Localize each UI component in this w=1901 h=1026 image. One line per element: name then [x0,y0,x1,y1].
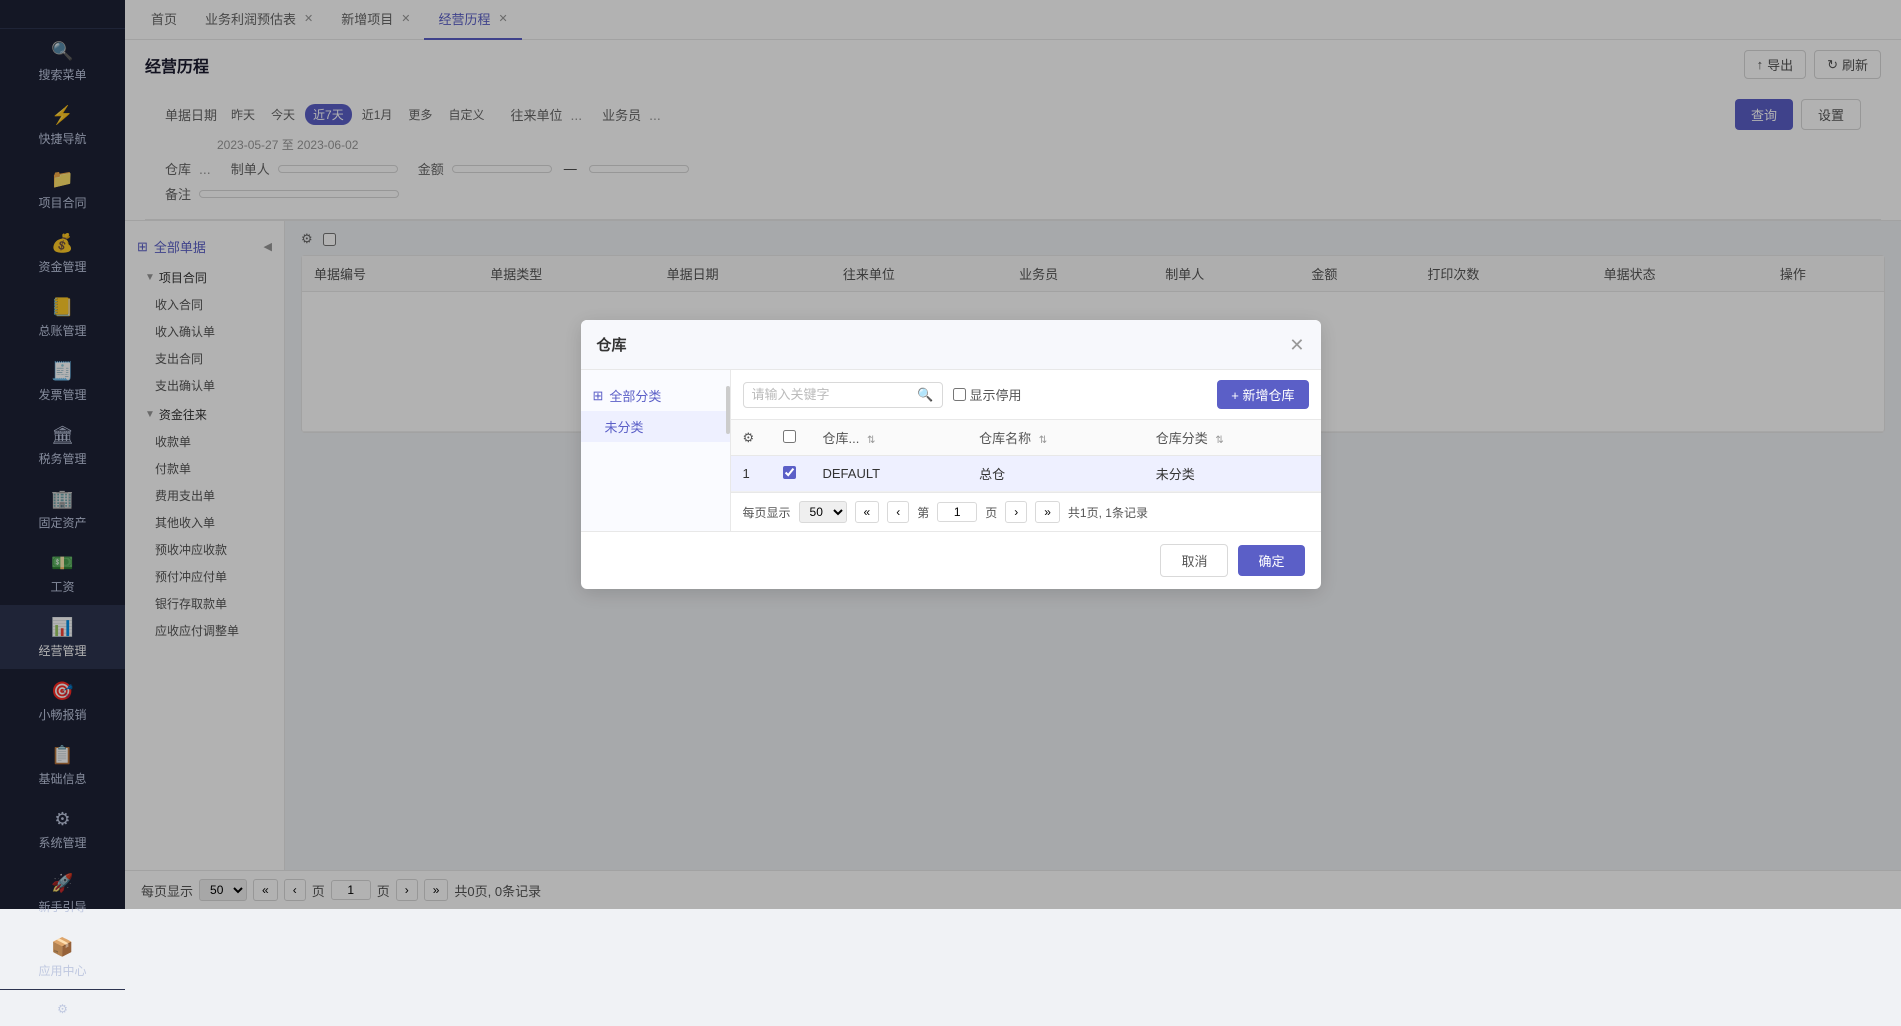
sidebar-item-label: 应用中心 [38,962,86,979]
sort-icon: ⇅ [1039,435,1047,446]
modal-page-label: 第 [917,504,929,521]
modal-body: ⊞ 全部分类 未分类 🔍 显示停用 [581,370,1321,531]
modal-total-label: 共1页, 1条记录 [1068,504,1148,521]
apps-icon: 📦 [51,937,73,958]
col-checkbox [771,420,811,456]
modal-page-next[interactable]: › [1005,501,1027,523]
row-checkbox[interactable] [771,456,811,492]
col-warehouse-name: 仓库名称 ⇅ [967,420,1144,456]
sidebar-settings-btn[interactable]: ⚙ [0,990,125,1026]
col-warehouse-category: 仓库分类 ⇅ [1144,420,1321,456]
col-warehouse-code: 仓库... ⇅ [811,420,968,456]
col-gear: ⚙ [731,420,771,456]
modal-page-first[interactable]: « [855,501,880,523]
grid2-icon: ⊞ [593,388,604,404]
add-warehouse-button[interactable]: + 新增仓库 [1217,380,1308,409]
row-code: DEFAULT [811,456,968,492]
modal-search-input[interactable] [752,387,912,402]
row-index: 1 [731,456,771,492]
search-icon: 🔍 [917,387,933,403]
modal-left-title[interactable]: ⊞ 全部分类 [581,380,730,411]
modal-select-all[interactable] [783,430,796,443]
modal-close-button[interactable]: ✕ [1289,336,1304,354]
warehouse-modal: 仓库 ✕ ⊞ 全部分类 未分类 🔍 [581,320,1321,589]
modal-toolbar: 🔍 显示停用 + 新增仓库 [731,370,1321,420]
row-category: 未分类 [1144,456,1321,492]
modal-header: 仓库 ✕ [581,320,1321,370]
sidebar-item-apps[interactable]: 📦 应用中心 [0,925,125,989]
sort-icon: ⇅ [1215,435,1223,446]
modal-page-prev[interactable]: ‹ [887,501,909,523]
modal-confirm-button[interactable]: 确定 [1238,545,1304,576]
table-row[interactable]: 1 DEFAULT 总仓 未分类 [731,456,1321,492]
modal-page-input[interactable] [937,502,977,522]
modal-title: 仓库 [597,334,627,355]
modal-page-label-2: 页 [985,504,997,521]
modal-search-box[interactable]: 🔍 [743,382,943,408]
modal-cancel-button[interactable]: 取消 [1160,544,1228,577]
modal-pagination: 每页显示 50 « ‹ 第 页 › » 共1页, 1条记录 [731,492,1321,531]
show-disabled-checkbox-label[interactable]: 显示停用 [953,385,1022,404]
modal-page-last[interactable]: » [1035,501,1060,523]
modal-table-area: ⚙ 仓库... ⇅ 仓库名称 ⇅ [731,420,1321,492]
modal-category-unclassified[interactable]: 未分类 [581,411,730,442]
modal-right-panel: 🔍 显示停用 + 新增仓库 ⚙ [731,370,1321,531]
modal-left-panel: ⊞ 全部分类 未分类 [581,370,731,531]
modal-warehouse-table: ⚙ 仓库... ⇅ 仓库名称 ⇅ [731,420,1321,492]
row-name: 总仓 [967,456,1144,492]
modal-overlay: 仓库 ✕ ⊞ 全部分类 未分类 🔍 [0,0,1901,909]
settings-icon: ⚙ [57,1002,68,1016]
show-disabled-checkbox[interactable] [953,388,966,401]
sidebar-bottom: ⚙ [0,989,125,1026]
modal-per-page-select[interactable]: 50 [799,501,847,523]
sort-icon: ⇅ [867,435,875,446]
modal-per-page-label: 每页显示 [743,504,791,521]
modal-footer: 取消 确定 [581,531,1321,589]
